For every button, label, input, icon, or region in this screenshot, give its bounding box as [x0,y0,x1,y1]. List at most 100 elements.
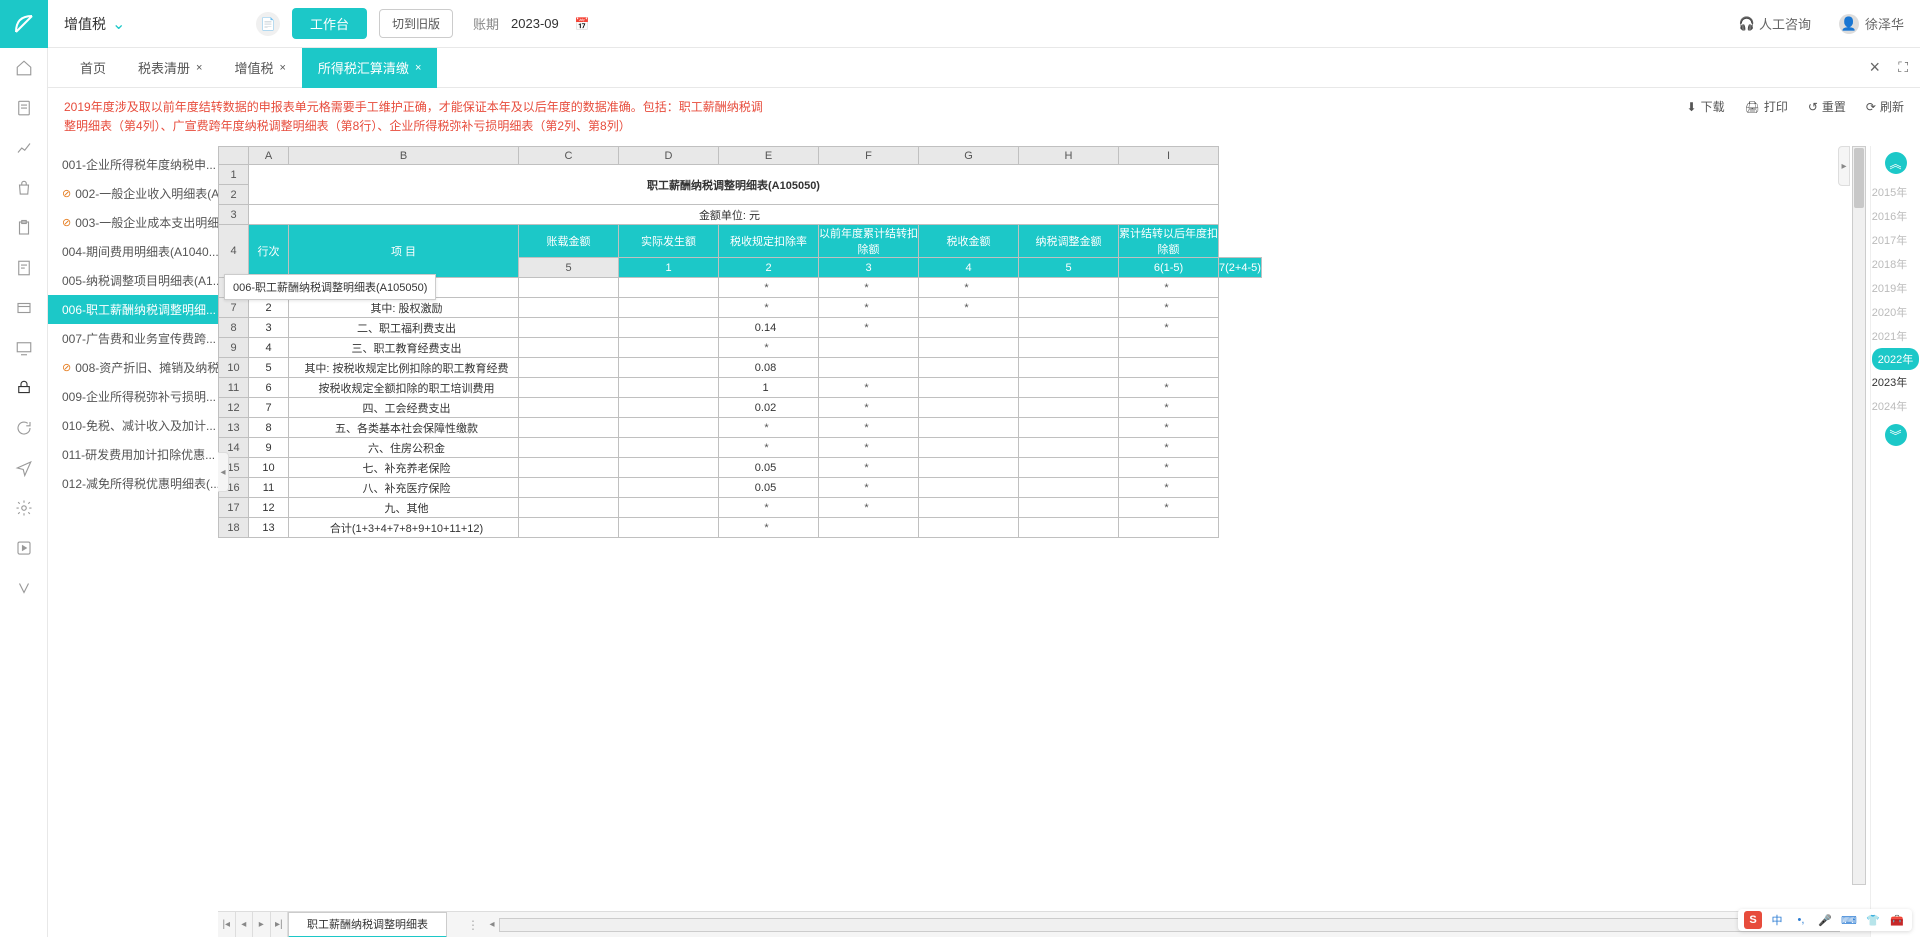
sheet-cell[interactable]: 4 [919,258,1019,278]
download-button[interactable]: ⬇下载 [1687,98,1725,115]
sheet-header-cell[interactable]: H [1019,147,1119,165]
nav-send-icon[interactable] [0,448,48,488]
nav-clipboard-icon[interactable] [0,208,48,248]
sheet-cell[interactable] [919,318,1019,338]
tab-close-icon[interactable]: × [196,62,202,74]
sheet-header-cell[interactable]: E [719,147,819,165]
sheet-cell[interactable] [619,438,719,458]
sheet-cell[interactable]: 1 [719,378,819,398]
tab-close-icon[interactable]: × [415,62,421,74]
sheet-header-cell[interactable]: A [249,147,289,165]
sheet-cell[interactable] [1019,338,1119,358]
form-list-item[interactable]: 007-广告费和业务宣传费跨... [48,324,218,353]
year-item[interactable]: 2018年 [1872,252,1919,276]
nav-v-icon[interactable] [0,568,48,608]
year-item[interactable]: 2021年 [1872,324,1919,348]
nav-chart-icon[interactable] [0,128,48,168]
nav-template-icon[interactable] [0,288,48,328]
sheet-cell[interactable]: 9 [249,438,289,458]
reset-button[interactable]: ↺重置 [1808,98,1846,115]
nav-gear-icon[interactable] [0,488,48,528]
form-list-item[interactable]: 010-免税、减计收入及加计... [48,411,218,440]
sheet-cell[interactable]: 13 [249,518,289,538]
tab-2[interactable]: 增值税× [218,48,301,88]
sheet-cell[interactable] [519,418,619,438]
nav-receipt-icon[interactable] [0,248,48,288]
sheet-cell[interactable]: * [1119,378,1219,398]
sheet-cell[interactable]: 6(1-5) [1119,258,1219,278]
sheet-cell[interactable]: 六、住房公积金 [289,438,519,458]
sheet-header-cell[interactable]: 17 [219,498,249,518]
sheet-header-cell[interactable]: D [619,147,719,165]
ime-voice-icon[interactable]: 🎤 [1816,911,1834,929]
sheet-cell[interactable] [519,498,619,518]
sheet-cell[interactable]: 0.05 [719,478,819,498]
sheet-cell[interactable]: * [719,518,819,538]
sheet-cell[interactable]: 实际发生额 [619,225,719,258]
sheet-cell[interactable] [919,338,1019,358]
sheet-cell[interactable] [1019,518,1119,538]
sheet-cell[interactable]: 七、补充养老保险 [289,458,519,478]
sheet-cell[interactable] [619,518,719,538]
sheet-header-cell[interactable]: 8 [219,318,249,338]
ime-punct-icon[interactable]: •, [1792,911,1810,929]
sheet-cell[interactable]: * [1119,478,1219,498]
tab-3[interactable]: 所得税汇算清缴× [302,48,437,88]
sheet-cell[interactable]: 九、其他 [289,498,519,518]
sheet-cell[interactable] [819,338,919,358]
nav-screen-icon[interactable] [0,328,48,368]
sheet-cell[interactable]: 项 目 [289,225,519,278]
sheet-cell[interactable]: 7(2+4-5) [1219,258,1262,278]
sheet-cell[interactable]: * [719,298,819,318]
sheet-cell[interactable] [519,298,619,318]
hscroll-resize-handle[interactable]: ⋮ [467,918,479,932]
sheet-cell[interactable]: 账载金额 [519,225,619,258]
vertical-scrollbar[interactable] [1852,146,1866,885]
sheet-cell[interactable] [619,298,719,318]
sheet-cell[interactable]: * [919,278,1019,298]
form-list-item[interactable]: 004-期间费用明细表(A1040... [48,237,218,266]
year-item[interactable]: 2023年 [1872,370,1919,394]
sheet-nav-first-icon[interactable]: |◂ [218,912,236,937]
user-menu[interactable]: 👤 徐泽华 [1839,14,1904,34]
sheet-cell[interactable]: * [819,318,919,338]
sheet-header-cell[interactable]: 13 [219,418,249,438]
sheet-cell[interactable] [919,418,1019,438]
nav-doc-icon[interactable] [0,88,48,128]
sheet-cell[interactable] [619,398,719,418]
sheet-cell[interactable]: 2 [719,258,819,278]
sheet-cell[interactable] [519,378,619,398]
tab-1[interactable]: 税表清册× [122,48,218,88]
sheet-cell[interactable]: 其中: 按税收规定比例扣除的职工教育经费 [289,358,519,378]
nav-bag-icon[interactable] [0,168,48,208]
sheet-cell[interactable]: 0.08 [719,358,819,378]
sheet-cell[interactable] [619,358,719,378]
form-list-item[interactable]: 009-企业所得税弥补亏损明... [48,382,218,411]
sheet-header-cell[interactable]: I [1119,147,1219,165]
form-list-item[interactable]: ⊘002-一般企业收入明细表(A... [48,179,218,208]
sheet-cell[interactable]: 2 [249,298,289,318]
year-item[interactable]: 2024年 [1872,394,1919,418]
year-item[interactable]: 2022年 [1872,348,1919,370]
form-list-item[interactable]: ⊘008-资产折旧、摊销及纳税... [48,353,218,382]
sheet-cell[interactable]: 其中: 股权激励 [289,298,519,318]
sheet-cell[interactable] [1119,358,1219,378]
sheet-cell[interactable] [1019,318,1119,338]
sheet-cell[interactable]: * [819,418,919,438]
sheet-cell[interactable]: * [819,458,919,478]
sheet-cell[interactable] [619,338,719,358]
sheet-cell[interactable] [619,458,719,478]
sheet-cell[interactable]: * [1119,458,1219,478]
tab-close-icon[interactable]: × [279,62,285,74]
sheet-header-cell[interactable]: G [919,147,1019,165]
horizontal-scrollbar[interactable] [499,918,1840,932]
sheet-cell[interactable]: 合计(1+3+4+7+8+9+10+11+12) [289,518,519,538]
sheet-header-cell[interactable]: 9 [219,338,249,358]
sheet-cell[interactable]: 三、职工教育经费支出 [289,338,519,358]
sheet-cell[interactable] [519,338,619,358]
sheet-header-cell[interactable]: 11 [219,378,249,398]
sheet-cell[interactable]: 行次 [249,225,289,278]
sheet-cell[interactable]: * [819,478,919,498]
sheet-cell[interactable]: 8 [249,418,289,438]
sheet-cell[interactable] [519,358,619,378]
